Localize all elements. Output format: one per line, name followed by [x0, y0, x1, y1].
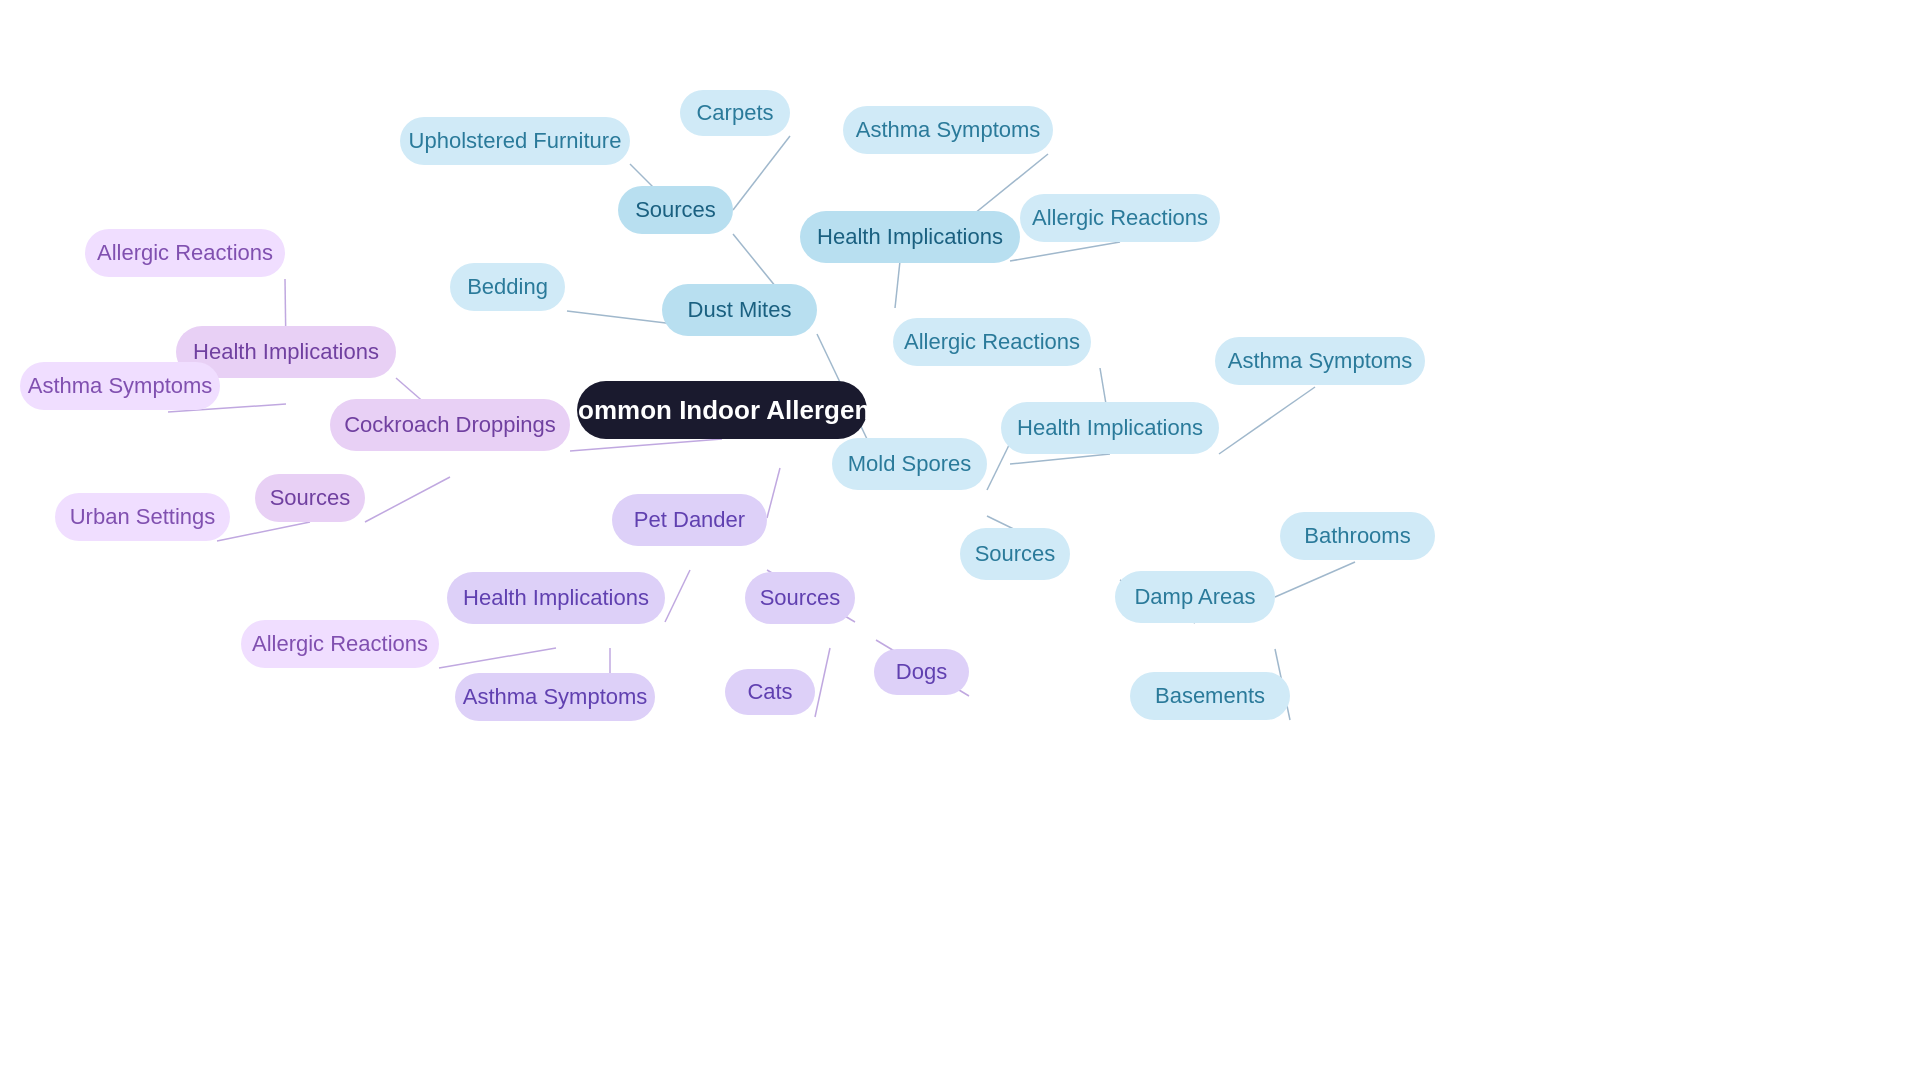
upholstered-node: Upholstered Furniture: [400, 117, 630, 165]
svg-line-15: [217, 522, 310, 541]
svg-line-1: [570, 439, 722, 451]
svg-line-22: [1010, 454, 1110, 464]
cock-sources-node: Sources: [255, 474, 365, 522]
mold-sources-node: Sources: [960, 528, 1070, 580]
svg-line-2: [767, 468, 780, 518]
mold-spores-node: Mold Spores: [832, 438, 987, 490]
carpets-node: Carpets: [680, 90, 790, 136]
svg-line-27: [1275, 562, 1355, 597]
bathrooms-node: Bathrooms: [1280, 512, 1435, 560]
bedding-node: Bedding: [450, 263, 565, 311]
pet-health-node: Health Implications: [447, 572, 665, 624]
center-node: Common Indoor Allergens: [577, 381, 867, 439]
cats-node: Cats: [725, 669, 815, 715]
svg-line-14: [365, 477, 450, 522]
pet-allergic-node: Allergic Reactions: [241, 620, 439, 668]
svg-line-24: [1219, 387, 1315, 454]
pet-asthma-node: Asthma Symptoms: [455, 673, 655, 721]
pet-dander-node: Pet Dander: [612, 494, 767, 546]
pet-sources-node: Sources: [745, 572, 855, 624]
svg-line-17: [439, 648, 556, 668]
damp-areas-node: Damp Areas: [1115, 571, 1275, 623]
mold-allergic-node: Allergic Reactions: [893, 318, 1091, 366]
mold-health-node: Health Implications: [1001, 402, 1219, 454]
urban-node: Urban Settings: [55, 493, 230, 541]
svg-line-10: [1010, 242, 1120, 261]
basements-node: Basements: [1130, 672, 1290, 720]
svg-line-8: [895, 261, 900, 308]
dust-allergic-node: Allergic Reactions: [1020, 194, 1220, 242]
svg-line-20: [815, 648, 830, 717]
svg-line-5: [733, 136, 790, 210]
dust-asthma-node: Asthma Symptoms: [843, 106, 1053, 154]
dogs-node: Dogs: [874, 649, 969, 695]
cockroach-node: Cockroach Droppings: [330, 399, 570, 451]
cock-allergic-node: Allergic Reactions: [85, 229, 285, 277]
cock-asthma-node: Asthma Symptoms: [20, 362, 220, 410]
dust-health-node: Health Implications: [800, 211, 1020, 263]
dust-sources-node: Sources: [618, 186, 733, 234]
mold-asthma-node: Asthma Symptoms: [1215, 337, 1425, 385]
svg-line-16: [665, 570, 690, 622]
dust-mites-node: Dust Mites: [662, 284, 817, 336]
